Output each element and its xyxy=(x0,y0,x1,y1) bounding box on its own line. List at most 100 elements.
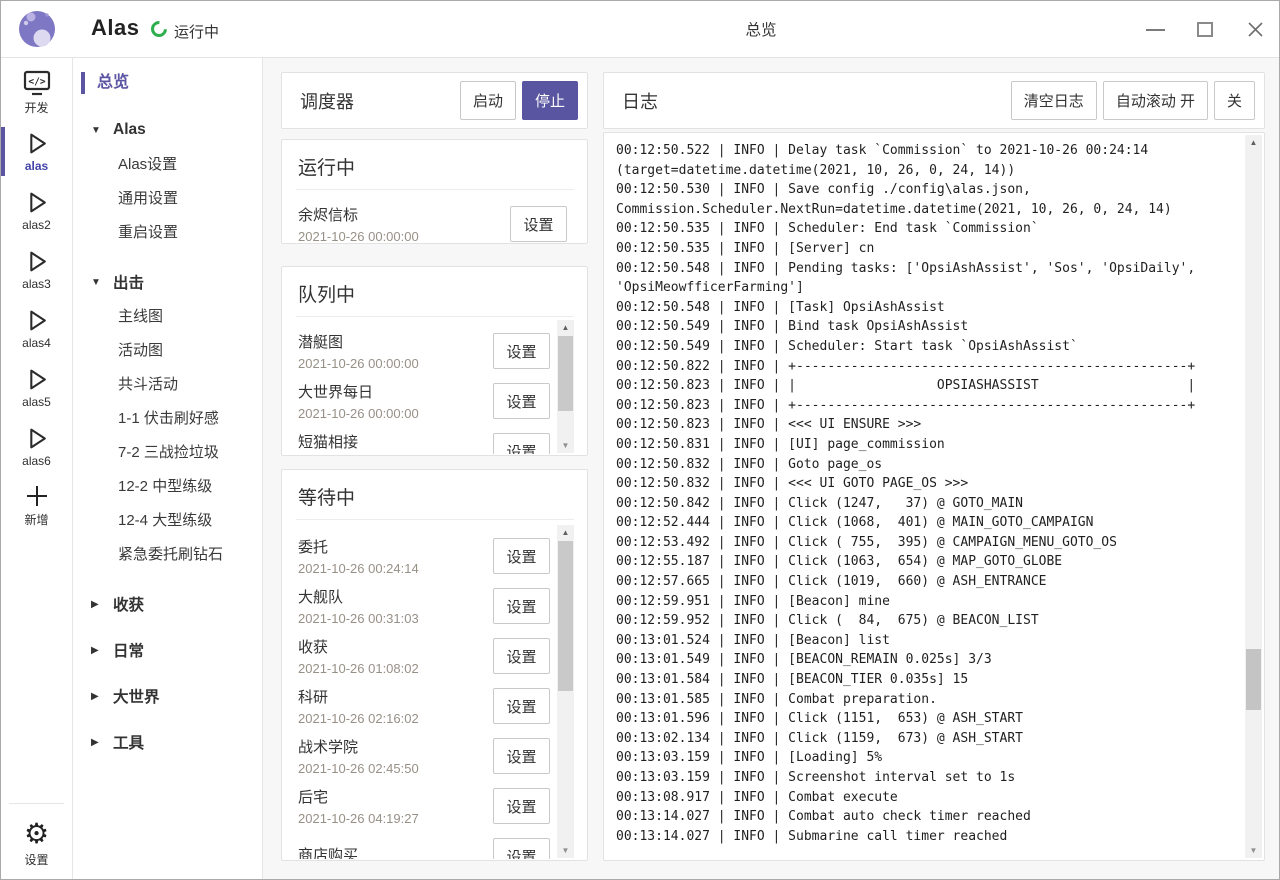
menu-group-header-daily[interactable]: ▶ 日常 xyxy=(73,636,262,664)
menu-subitem[interactable]: 活动图 xyxy=(73,334,262,368)
menu-subitem[interactable]: 1-1 伏击刷好感 xyxy=(73,402,262,436)
rail-item-alas2[interactable]: alas2 xyxy=(1,181,72,240)
task-settings-button[interactable]: 设置 xyxy=(510,206,567,242)
minimize-button[interactable] xyxy=(1145,20,1165,40)
task-info: 短猫相接 2021-10-26 00:00:00 xyxy=(298,431,493,454)
task-settings-button[interactable]: 设置 xyxy=(493,688,550,724)
task-settings-button[interactable]: 设置 xyxy=(493,333,550,369)
autoscroll-on-button[interactable]: 自动滚动 开 xyxy=(1103,81,1208,120)
scrollbar-thumb[interactable] xyxy=(1246,649,1261,710)
task-name: 后宅 xyxy=(298,786,493,807)
task-name: 收获 xyxy=(298,636,493,657)
task-settings-button[interactable]: 设置 xyxy=(493,788,550,824)
task-name: 余烬信标 xyxy=(298,204,510,225)
scroll-down-icon[interactable]: ▼ xyxy=(557,438,574,453)
scroll-down-icon[interactable]: ▼ xyxy=(1245,843,1262,858)
menu-group-label: Alas xyxy=(113,121,146,139)
status-label: 运行中 xyxy=(174,21,219,42)
play-icon xyxy=(23,189,50,216)
content-area: 调度器 启动 停止 运行中 余烬信标 2021-10-26 00:00:00 设… xyxy=(263,58,1279,879)
menu-subitem[interactable]: 紧急委托刷钻石 xyxy=(73,538,262,572)
menu-subitem[interactable]: 主线图 xyxy=(73,300,262,334)
log-line: 00:12:50.549 | INFO | Scheduler: Start t… xyxy=(616,337,1240,357)
scroll-down-icon[interactable]: ▼ xyxy=(557,843,574,858)
menu-subitem[interactable]: 共斗活动 xyxy=(73,368,262,402)
scheduler-card: 调度器 启动 停止 xyxy=(281,72,588,129)
menu-group-header-sortie[interactable]: ▼ 出击 xyxy=(73,268,262,296)
play-icon xyxy=(23,130,50,157)
svg-text:</>: </> xyxy=(28,77,45,88)
menu-group-header-reward[interactable]: ▶ 收获 xyxy=(73,590,262,618)
scroll-up-icon[interactable]: ▲ xyxy=(557,525,574,540)
menu-group-reward: ▶ 收获 xyxy=(73,590,262,618)
task-time: 2021-10-26 01:08:02 xyxy=(298,661,493,676)
chevron-down-icon: ▼ xyxy=(91,277,107,288)
log-body[interactable]: 00:12:50.522 | INFO | Delay task `Commis… xyxy=(616,141,1240,856)
menu-item-overview[interactable]: 总览 xyxy=(73,68,262,98)
task-settings-button[interactable]: 设置 xyxy=(493,433,550,454)
pending-scrollbar[interactable]: ▲ ▼ xyxy=(557,320,574,453)
rail-item-alas[interactable]: alas xyxy=(1,122,72,181)
task-info: 收获 2021-10-26 01:08:02 xyxy=(298,636,493,676)
scroll-up-icon[interactable]: ▲ xyxy=(557,320,574,335)
running-card: 运行中 余烬信标 2021-10-26 00:00:00 设置 xyxy=(281,139,588,244)
stop-button[interactable]: 停止 xyxy=(522,81,578,120)
rail-item-alas3[interactable]: alas3 xyxy=(1,240,72,299)
menu-subitem[interactable]: 12-2 中型练级 xyxy=(73,470,262,504)
menu-group-tool: ▶ 工具 xyxy=(73,728,262,756)
task-settings-button[interactable]: 设置 xyxy=(493,838,550,859)
menu-group-opsi: ▶ 大世界 xyxy=(73,682,262,710)
task-settings-button[interactable]: 设置 xyxy=(493,738,550,774)
log-line: 00:12:50.548 | INFO | Pending tasks: ['O… xyxy=(616,259,1240,279)
task-time: 2021-10-26 00:24:14 xyxy=(298,561,493,576)
task-info: 大舰队 2021-10-26 00:31:03 xyxy=(298,586,493,626)
rail-item-alas4[interactable]: alas4 xyxy=(1,299,72,358)
rail-item-dev[interactable]: </> 开发 xyxy=(1,63,72,122)
menu-group-header-alas[interactable]: ▼ Alas xyxy=(73,116,262,144)
scroll-up-icon[interactable]: ▲ xyxy=(1245,135,1262,150)
task-time: 2021-10-26 02:45:50 xyxy=(298,761,493,776)
log-scrollbar[interactable]: ▲ ▼ xyxy=(1245,135,1262,858)
task-row: 商店购买 设置 xyxy=(298,831,550,859)
chevron-right-icon: ▶ xyxy=(91,645,107,656)
menu-sublist: 主线图 活动图 共斗活动 1-1 伏击刷好感 7-2 三战捡垃圾 12-2 中型… xyxy=(73,296,262,572)
task-info: 战术学院 2021-10-26 02:45:50 xyxy=(298,736,493,776)
maximize-button[interactable] xyxy=(1195,20,1215,40)
menu-subitem[interactable]: Alas设置 xyxy=(73,148,262,182)
menu-subitem[interactable]: 12-4 大型练级 xyxy=(73,504,262,538)
waiting-title: 等待中 xyxy=(282,470,587,519)
menu-group-header-tool[interactable]: ▶ 工具 xyxy=(73,728,262,756)
task-settings-button[interactable]: 设置 xyxy=(493,538,550,574)
rail-item-alas6[interactable]: alas6 xyxy=(1,417,72,476)
rail-item-alas5[interactable]: alas5 xyxy=(1,358,72,417)
task-settings-button[interactable]: 设置 xyxy=(493,588,550,624)
menu-subitem[interactable]: 通用设置 xyxy=(73,182,262,216)
menu-subitem[interactable]: 7-2 三战捡垃圾 xyxy=(73,436,262,470)
task-name: 潜艇图 xyxy=(298,331,493,352)
task-row: 科研 2021-10-26 02:16:02 设置 xyxy=(298,681,550,731)
task-info: 大世界每日 2021-10-26 00:00:00 xyxy=(298,381,493,421)
scrollbar-thumb[interactable] xyxy=(558,336,573,411)
task-settings-button[interactable]: 设置 xyxy=(493,638,550,674)
log-line: 00:13:14.027 | INFO | Submarine call tim… xyxy=(616,827,1240,847)
task-settings-button[interactable]: 设置 xyxy=(493,383,550,419)
scrollbar-thumb[interactable] xyxy=(558,541,573,691)
scheduler-column: 调度器 启动 停止 运行中 余烬信标 2021-10-26 00:00:00 设… xyxy=(281,72,588,861)
autoscroll-off-button[interactable]: 关 xyxy=(1214,81,1255,120)
rail-item-label: alas4 xyxy=(22,336,51,350)
menu-group-header-opsi[interactable]: ▶ 大世界 xyxy=(73,682,262,710)
rail-item-add[interactable]: 新增 xyxy=(1,476,72,535)
menu-group-label: 出击 xyxy=(113,271,144,293)
start-button[interactable]: 启动 xyxy=(460,81,516,120)
close-button[interactable] xyxy=(1245,20,1265,40)
play-icon xyxy=(23,248,50,275)
log-line: 00:12:52.444 | INFO | Click (1068, 401) … xyxy=(616,513,1240,533)
waiting-scrollbar[interactable]: ▲ ▼ xyxy=(557,525,574,858)
log-line: 00:13:02.134 | INFO | Click (1159, 673) … xyxy=(616,729,1240,749)
task-name: 大舰队 xyxy=(298,586,493,607)
clear-log-button[interactable]: 清空日志 xyxy=(1011,81,1097,120)
log-card: 00:12:50.522 | INFO | Delay task `Commis… xyxy=(603,132,1265,861)
rail-item-settings[interactable]: ⚙ 设置 xyxy=(9,817,64,869)
task-name: 大世界每日 xyxy=(298,381,493,402)
menu-subitem[interactable]: 重启设置 xyxy=(73,216,262,250)
